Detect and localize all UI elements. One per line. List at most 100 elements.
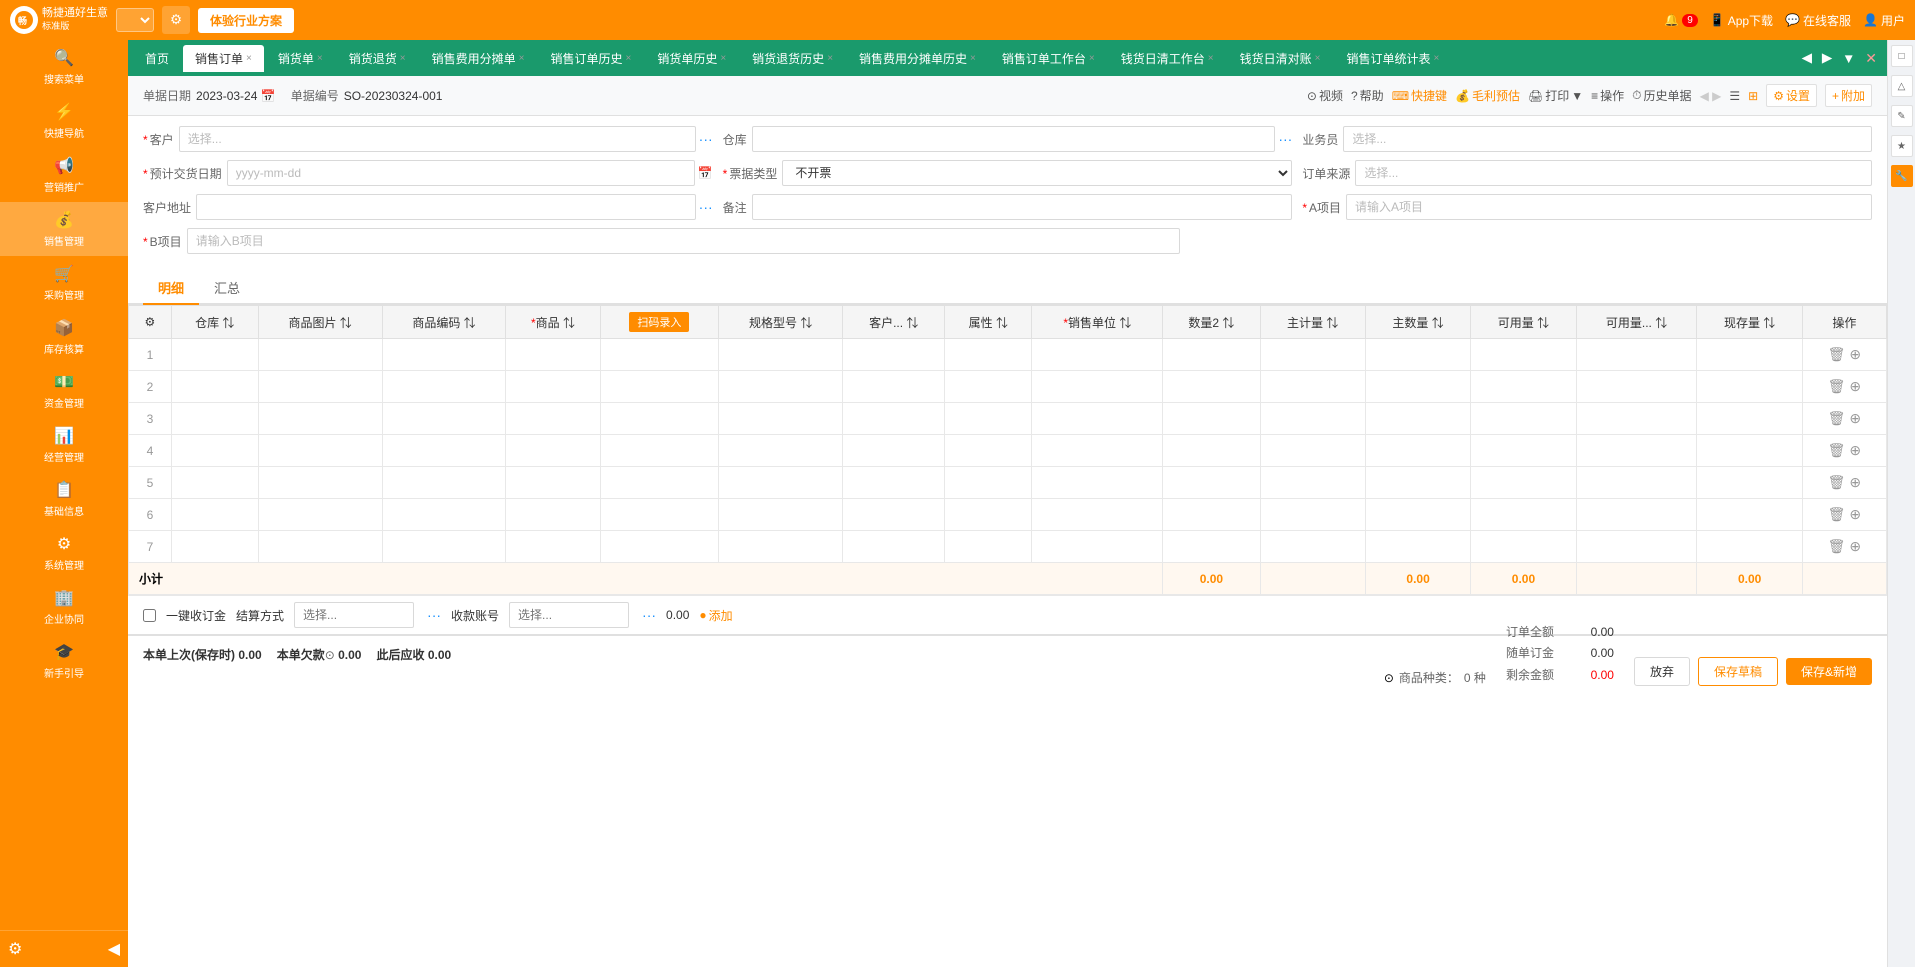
cell-goods-4[interactable]	[506, 435, 600, 467]
account-input[interactable]	[509, 602, 629, 628]
cell-customer_code-1[interactable]	[843, 339, 945, 371]
sidebar-settings-icon[interactable]: ⚙	[8, 939, 22, 959]
cell-main_qty-2[interactable]	[1365, 371, 1470, 403]
row-copy-btn-6[interactable]: ⊕	[1847, 504, 1863, 525]
cell-spec-1[interactable]	[719, 339, 843, 371]
cell-main_qty-3[interactable]	[1365, 403, 1470, 435]
sidebar-item-base-info[interactable]: 📋基础信息	[0, 472, 128, 526]
right-panel-btn-4[interactable]: ★	[1891, 135, 1913, 157]
cell-spec-6[interactable]	[719, 499, 843, 531]
cell-available-3[interactable]	[1471, 403, 1576, 435]
system-gear-button[interactable]: ⚙	[162, 6, 190, 34]
row-delete-btn-1[interactable]: 🗑	[1826, 344, 1848, 365]
nav-tab-4[interactable]: 销售费用分摊单 ×	[420, 45, 537, 72]
address-input[interactable]	[196, 194, 696, 220]
sidebar-item-enterprise[interactable]: 🏢企业协同	[0, 580, 128, 634]
warehouse-input[interactable]: 成品库	[752, 126, 1276, 152]
cell-stock-7[interactable]	[1697, 531, 1802, 563]
delivery-date-icon[interactable]: 📅	[698, 166, 713, 180]
cell-warehouse-1[interactable]	[171, 339, 258, 371]
cell-scan-2[interactable]	[600, 371, 719, 403]
operation-btn[interactable]: ≡ 操作	[1591, 87, 1624, 104]
nav-tab-3[interactable]: 销货退货 ×	[337, 45, 418, 72]
row-delete-btn-3[interactable]: 🗑	[1826, 408, 1848, 429]
cell-scan-5[interactable]	[600, 467, 719, 499]
a-project-input[interactable]	[1346, 194, 1872, 220]
nav-tab-0[interactable]: 首页	[133, 45, 181, 72]
shortcut-btn[interactable]: ⌨ 快捷键	[1392, 87, 1447, 104]
cell-main_qty-6[interactable]	[1365, 499, 1470, 531]
cell-qty2-3[interactable]	[1163, 403, 1260, 435]
cell-available2-2[interactable]	[1576, 371, 1697, 403]
industry-solution-button[interactable]: 体验行业方案	[198, 8, 294, 33]
row-delete-btn-6[interactable]: 🗑	[1826, 504, 1848, 525]
cell-available-6[interactable]	[1471, 499, 1576, 531]
view-toggle-list[interactable]: ☰	[1729, 89, 1740, 103]
cell-attr-2[interactable]	[945, 371, 1032, 403]
scan-btn[interactable]: 扫码录入	[629, 312, 689, 332]
row-delete-btn-5[interactable]: 🗑	[1826, 472, 1848, 493]
row-delete-btn-2[interactable]: 🗑	[1826, 376, 1848, 397]
cell-image-1[interactable]	[258, 339, 382, 371]
cell-sales_unit-1[interactable]	[1032, 339, 1163, 371]
warehouse-more-btn[interactable]: ···	[1278, 131, 1292, 147]
cell-attr-5[interactable]	[945, 467, 1032, 499]
cell-main_qty-4[interactable]	[1365, 435, 1470, 467]
row-copy-btn-5[interactable]: ⊕	[1847, 472, 1863, 493]
tab-close-8[interactable]: ×	[970, 53, 976, 64]
cell-code-2[interactable]	[382, 371, 506, 403]
sidebar-item-finance[interactable]: 💵资金管理	[0, 364, 128, 418]
row-copy-btn-1[interactable]: ⊕	[1847, 344, 1863, 365]
cell-spec-2[interactable]	[719, 371, 843, 403]
nav-tab-12[interactable]: 销售订单统计表 ×	[1334, 45, 1451, 72]
delivery-date-input[interactable]	[227, 160, 695, 186]
cell-code-5[interactable]	[382, 467, 506, 499]
save-new-button[interactable]: 保存&新增	[1786, 658, 1872, 685]
sidebar-item-purchase[interactable]: 🛒采购管理	[0, 256, 128, 310]
cell-main_unit-6[interactable]	[1260, 499, 1365, 531]
cell-spec-7[interactable]	[719, 531, 843, 563]
tab-close-7[interactable]: ×	[827, 53, 833, 64]
sidebar-item-guide[interactable]: 🎓新手引导	[0, 634, 128, 688]
cell-main_unit-4[interactable]	[1260, 435, 1365, 467]
row-delete-btn-4[interactable]: 🗑	[1826, 440, 1848, 461]
cell-goods-2[interactable]	[506, 371, 600, 403]
cell-qty2-7[interactable]	[1163, 531, 1260, 563]
cell-customer_code-4[interactable]	[843, 435, 945, 467]
invoice-type-select[interactable]: 不开票	[782, 160, 1292, 186]
cell-main_qty-1[interactable]	[1365, 339, 1470, 371]
cell-warehouse-6[interactable]	[171, 499, 258, 531]
right-panel-btn-2[interactable]: △	[1891, 75, 1913, 97]
staff-input[interactable]	[1343, 126, 1872, 152]
cell-goods-3[interactable]	[506, 403, 600, 435]
cell-customer_code-7[interactable]	[843, 531, 945, 563]
cell-sales_unit-5[interactable]	[1032, 467, 1163, 499]
cell-available2-1[interactable]	[1576, 339, 1697, 371]
cell-customer_code-6[interactable]	[843, 499, 945, 531]
cell-available2-7[interactable]	[1576, 531, 1697, 563]
cell-main_unit-5[interactable]	[1260, 467, 1365, 499]
col-settings-icon[interactable]: ⚙	[145, 315, 156, 329]
payment-method-more[interactable]: ···	[427, 607, 441, 623]
cell-qty2-1[interactable]	[1163, 339, 1260, 371]
user-menu[interactable]: 👤 用户	[1863, 12, 1905, 29]
sidebar-collapse-icon[interactable]: ◀	[108, 939, 120, 959]
cell-sales_unit-3[interactable]	[1032, 403, 1163, 435]
cell-available-5[interactable]	[1471, 467, 1576, 499]
cell-attr-7[interactable]	[945, 531, 1032, 563]
cell-image-5[interactable]	[258, 467, 382, 499]
cell-stock-4[interactable]	[1697, 435, 1802, 467]
cell-qty2-5[interactable]	[1163, 467, 1260, 499]
settings-orange-btn[interactable]: ⚙ 设置	[1773, 87, 1810, 104]
cell-available-4[interactable]	[1471, 435, 1576, 467]
upload-btn[interactable]: + 附加	[1832, 87, 1865, 104]
sidebar-item-sales[interactable]: 💰销售管理	[0, 202, 128, 256]
sidebar-item-operations[interactable]: 📊经营管理	[0, 418, 128, 472]
cell-available2-5[interactable]	[1576, 467, 1697, 499]
nav-tab-2[interactable]: 销货单 ×	[266, 45, 335, 72]
cell-attr-6[interactable]	[945, 499, 1032, 531]
cell-stock-2[interactable]	[1697, 371, 1802, 403]
cell-code-3[interactable]	[382, 403, 506, 435]
sidebar-item-marketing[interactable]: 📢营销推广	[0, 148, 128, 202]
cell-available-2[interactable]	[1471, 371, 1576, 403]
